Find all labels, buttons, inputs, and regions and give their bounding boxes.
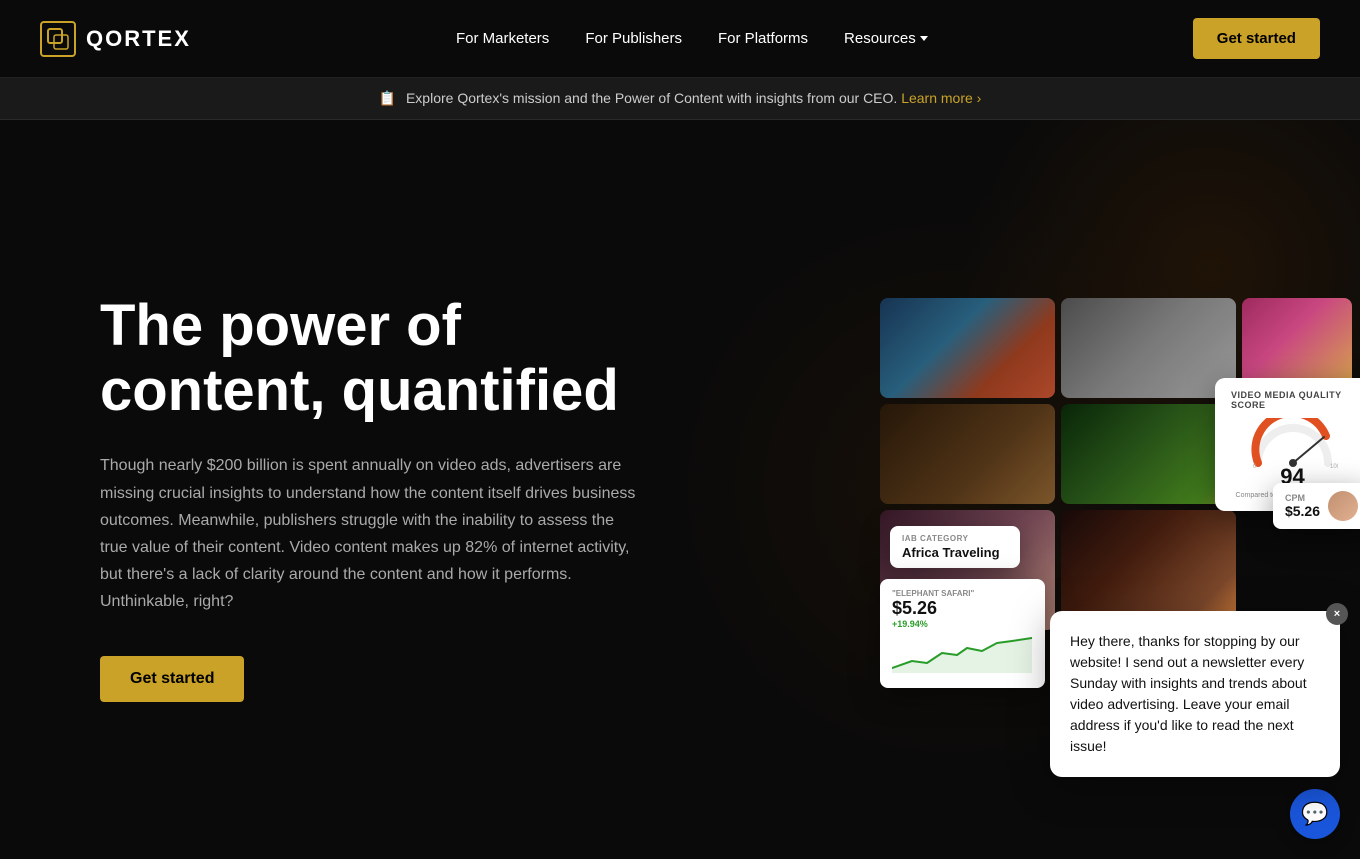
category-label: IAB Category — [902, 534, 1008, 543]
nav-links: For Marketers For Publishers For Platfor… — [456, 30, 928, 48]
banner-text: Explore Qortex's mission and the Power o… — [406, 90, 897, 106]
sparkline-chart — [892, 633, 1032, 673]
nav-resources[interactable]: Resources — [844, 30, 928, 47]
chat-close-button[interactable]: × — [1326, 603, 1348, 625]
chat-widget: × Hey there, thanks for stopping by our … — [1050, 611, 1340, 839]
chart-change: +19.94% — [892, 619, 1033, 629]
card-chart: "elephant safari" $5.26 +19.94% — [880, 579, 1045, 688]
nav-for-publishers[interactable]: For Publishers — [585, 30, 682, 47]
cpm-label: CPM — [1285, 493, 1320, 503]
chart-value: $5.26 — [892, 598, 1033, 619]
card-cpm: CPM $5.26 — [1273, 483, 1360, 529]
card-category: IAB Category Africa Traveling — [890, 526, 1020, 568]
hero-content: The power of content, quantified Though … — [100, 294, 680, 701]
quality-card-title: Video Media Quality Score — [1231, 390, 1354, 410]
logo-text: QORTEX — [86, 26, 191, 52]
cpm-avatar — [1328, 491, 1358, 521]
nav-for-platforms[interactable]: For Platforms — [718, 30, 808, 47]
img-medieval — [880, 404, 1055, 504]
nav-for-marketers[interactable]: For Marketers — [456, 30, 549, 47]
svg-text:100: 100 — [1330, 464, 1338, 468]
img-cat — [1061, 298, 1236, 398]
announcement-banner: 📋 Explore Qortex's mission and the Power… — [0, 78, 1360, 120]
chat-launcher-button[interactable]: 💬 — [1290, 789, 1340, 839]
navbar: QORTEX For Marketers For Publishers For … — [0, 0, 1360, 78]
chat-message: Hey there, thanks for stopping by our we… — [1070, 633, 1307, 754]
category-value: Africa Traveling — [902, 545, 1008, 560]
hero-title: The power of content, quantified — [100, 294, 680, 424]
banner-link[interactable]: Learn more › — [901, 90, 981, 106]
hero-cta-button[interactable]: Get started — [100, 656, 244, 702]
banner-icon: 📋 — [379, 90, 396, 106]
gauge-svg: 0 100 — [1248, 418, 1338, 468]
logo-link[interactable]: QORTEX — [40, 21, 191, 57]
hero-body: Though nearly $200 billion is spent annu… — [100, 452, 640, 615]
chat-launcher-icon: 💬 — [1301, 801, 1328, 827]
img-sports — [880, 298, 1055, 398]
cpm-info: CPM $5.26 — [1285, 493, 1320, 519]
chat-bubble: × Hey there, thanks for stopping by our … — [1050, 611, 1340, 777]
logo-icon — [40, 21, 76, 57]
chart-label: "elephant safari" — [892, 589, 1033, 598]
chevron-down-icon — [920, 36, 928, 41]
cpm-value: $5.26 — [1285, 503, 1320, 519]
nav-cta-button[interactable]: Get started — [1193, 18, 1320, 59]
